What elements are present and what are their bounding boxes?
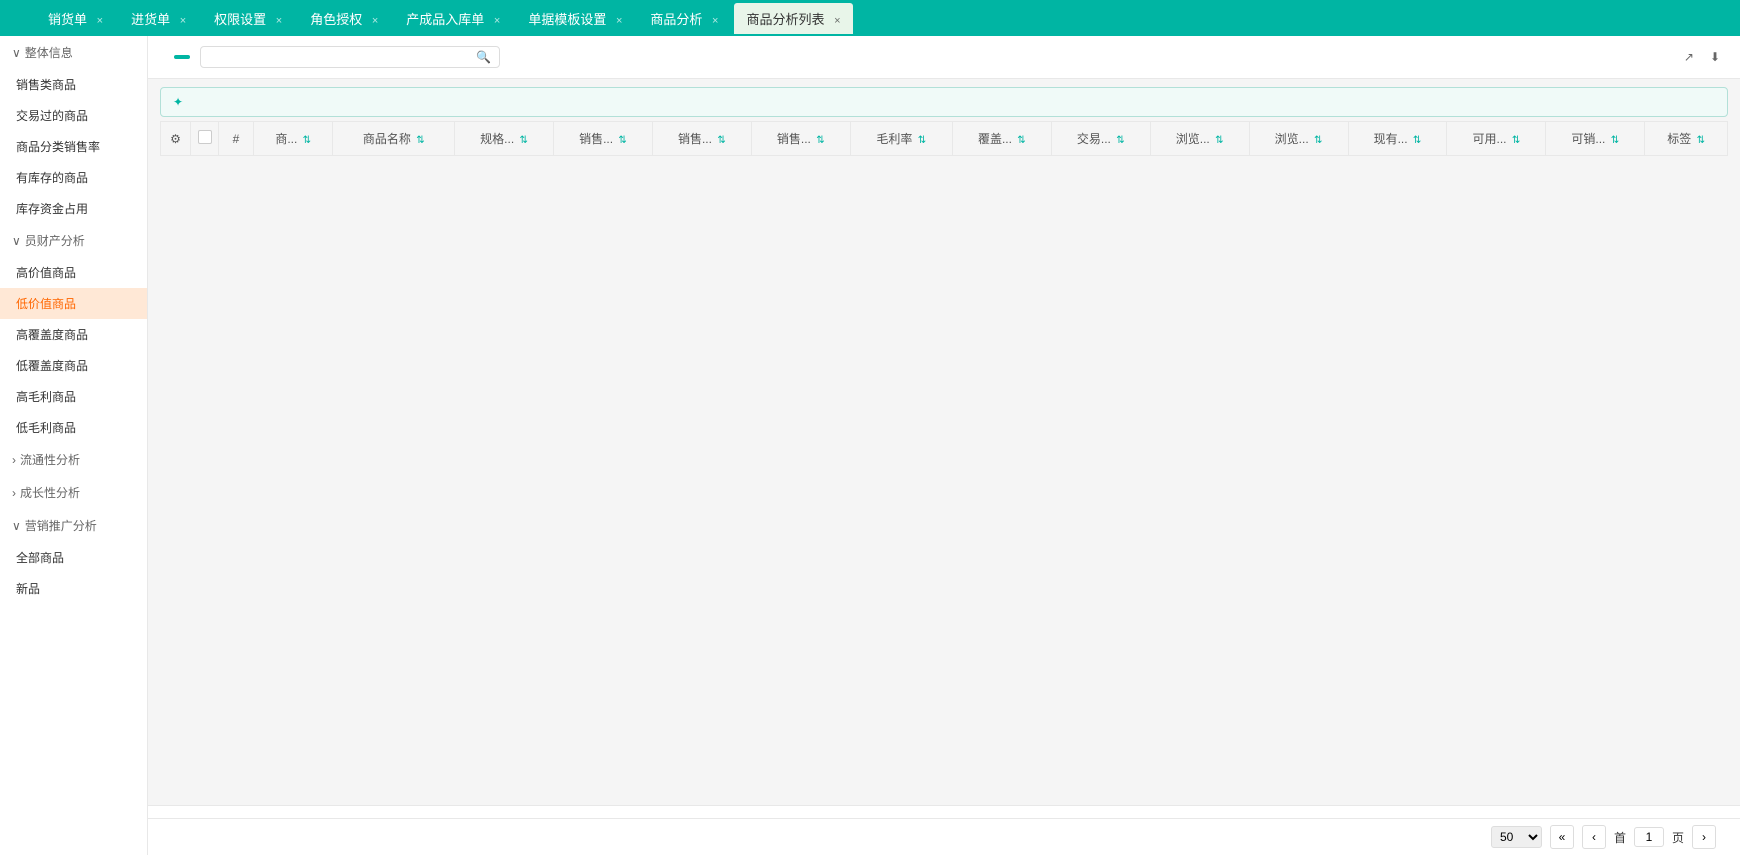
header-bar: 🔍 ↗ ⬇ [148, 36, 1740, 79]
close-purchase-order[interactable]: × [180, 15, 186, 27]
data-table: ⚙ # 商... ⇅ 商品名称 ⇅ 规格... ⇅ 销售... ⇅ 销售... … [160, 121, 1728, 156]
col-header-gross-margin[interactable]: 毛利率 ⇅ [850, 122, 952, 156]
close-product-analysis-list[interactable]: × [834, 15, 840, 27]
export-button[interactable]: ⬇ [1710, 50, 1724, 64]
close-finished-goods[interactable]: × [494, 15, 500, 27]
col-header-tags[interactable]: 标签 ⇅ [1645, 122, 1728, 156]
col-header-sales-qty[interactable]: 销售... ⇅ [553, 122, 652, 156]
select-all-checkbox[interactable] [198, 130, 212, 144]
share-icon: ↗ [1684, 50, 1694, 64]
sidebar-section-growth[interactable]: › 成长性分析 [0, 476, 147, 509]
col-header-checkbox [191, 122, 219, 156]
notice-icon: ✦ [173, 95, 183, 109]
sidebar: ∨ 整体信息 销售类商品 交易过的商品 商品分类销售率 有库存的商品 库存资金占… [0, 36, 148, 855]
sidebar-item-high-value[interactable]: 高价值商品 [0, 257, 147, 288]
col-header-coverage[interactable]: 覆盖... ⇅ [952, 122, 1051, 156]
chevron-down-icon-3: ∨ [12, 519, 21, 533]
chevron-right-icon: › [12, 453, 16, 467]
nav-finished-goods[interactable]: 产成品入库单 × [394, 3, 512, 34]
nav-purchase-order[interactable]: 进货单 × [119, 3, 198, 34]
col-header-sales-amt[interactable]: 销售... ⇅ [652, 122, 751, 156]
col-header-sales-cost[interactable]: 销售... ⇅ [751, 122, 850, 156]
chevron-down-icon-2: ∨ [12, 234, 21, 248]
pagination-bar: 50 100 200 « ‹ 首 页 › [148, 818, 1740, 855]
sidebar-item-new-products[interactable]: 新品 [0, 573, 147, 604]
col-header-spec[interactable]: 规格... ⇅ [455, 122, 554, 156]
search-icon[interactable]: 🔍 [476, 50, 491, 64]
col-header-current-stock[interactable]: 现有... ⇅ [1348, 122, 1447, 156]
share-button[interactable]: ↗ [1684, 50, 1698, 64]
sidebar-section-marketing[interactable]: ∨ 营销推广分析 [0, 509, 147, 542]
sidebar-section-liquidity[interactable]: › 流通性分析 [0, 443, 147, 476]
nav-home[interactable] [8, 12, 32, 24]
sidebar-item-low-margin[interactable]: 低毛利商品 [0, 412, 147, 443]
sidebar-section-employee[interactable]: ∨ 员财产分析 [0, 224, 147, 257]
col-header-gear[interactable]: ⚙ [161, 122, 191, 156]
next-page-button[interactable]: › [1692, 825, 1716, 849]
page-suffix-label: 页 [1672, 829, 1684, 846]
notice-bar: ✦ [160, 87, 1728, 117]
sidebar-item-stock-products[interactable]: 有库存的商品 [0, 162, 147, 193]
close-permission[interactable]: × [276, 15, 282, 27]
main-content: 🔍 ↗ ⬇ ✦ ⚙ [148, 36, 1740, 855]
sidebar-item-low-coverage[interactable]: 低覆盖度商品 [0, 350, 147, 381]
export-icon: ⬇ [1710, 50, 1720, 64]
filter-tag[interactable] [174, 55, 190, 59]
close-product-analysis[interactable]: × [712, 15, 718, 27]
top-navigation: 销货单 × 进货单 × 权限设置 × 角色授权 × 产成品入库单 × 单据模板设… [0, 0, 1740, 36]
sidebar-item-low-value[interactable]: 低价值商品 [0, 288, 147, 319]
col-header-name[interactable]: 商品名称 ⇅ [333, 122, 455, 156]
col-header-views2[interactable]: 浏览... ⇅ [1249, 122, 1348, 156]
prev-page-button[interactable]: ‹ [1582, 825, 1606, 849]
nav-permission[interactable]: 权限设置 × [202, 3, 294, 34]
nav-product-analysis[interactable]: 商品分析 × [638, 3, 730, 34]
sidebar-item-all-products[interactable]: 全部商品 [0, 542, 147, 573]
sidebar-item-traded-products[interactable]: 交易过的商品 [0, 100, 147, 131]
page-number-input[interactable] [1634, 827, 1664, 847]
sidebar-item-high-coverage[interactable]: 高覆盖度商品 [0, 319, 147, 350]
close-template-settings[interactable]: × [616, 15, 622, 27]
nav-product-analysis-list[interactable]: 商品分析列表 × [734, 3, 852, 34]
per-page-select[interactable]: 50 100 200 [1491, 826, 1542, 848]
search-input[interactable] [209, 50, 476, 64]
header-actions: ↗ ⬇ [1684, 50, 1724, 64]
table-area: ⚙ # 商... ⇅ 商品名称 ⇅ 规格... ⇅ 销售... ⇅ 销售... … [148, 121, 1740, 805]
close-sales-order[interactable]: × [97, 15, 103, 27]
first-page-button[interactable]: « [1550, 825, 1574, 849]
sidebar-item-sales-products[interactable]: 销售类商品 [0, 69, 147, 100]
col-header-views1[interactable]: 浏览... ⇅ [1150, 122, 1249, 156]
chevron-right-icon-2: › [12, 486, 16, 500]
close-role-auth[interactable]: × [372, 15, 378, 27]
nav-sales-order[interactable]: 销货单 × [36, 3, 115, 34]
col-header-sellable[interactable]: 可销... ⇅ [1546, 122, 1645, 156]
search-box[interactable]: 🔍 [200, 46, 500, 68]
col-header-transactions[interactable]: 交易... ⇅ [1051, 122, 1150, 156]
sidebar-item-high-margin[interactable]: 高毛利商品 [0, 381, 147, 412]
chevron-down-icon: ∨ [12, 46, 21, 60]
nav-role-auth[interactable]: 角色授权 × [298, 3, 390, 34]
footer-total-bar [148, 805, 1740, 818]
sidebar-section-overall[interactable]: ∨ 整体信息 [0, 36, 147, 69]
nav-template-settings[interactable]: 单据模板设置 × [516, 3, 634, 34]
page-prefix-label: 首 [1614, 829, 1626, 846]
col-header-num: # [219, 122, 254, 156]
sidebar-item-stock-capital[interactable]: 库存资金占用 [0, 193, 147, 224]
col-header-available-stock[interactable]: 可用... ⇅ [1447, 122, 1546, 156]
col-header-code[interactable]: 商... ⇅ [254, 122, 333, 156]
sidebar-item-category-rate[interactable]: 商品分类销售率 [0, 131, 147, 162]
